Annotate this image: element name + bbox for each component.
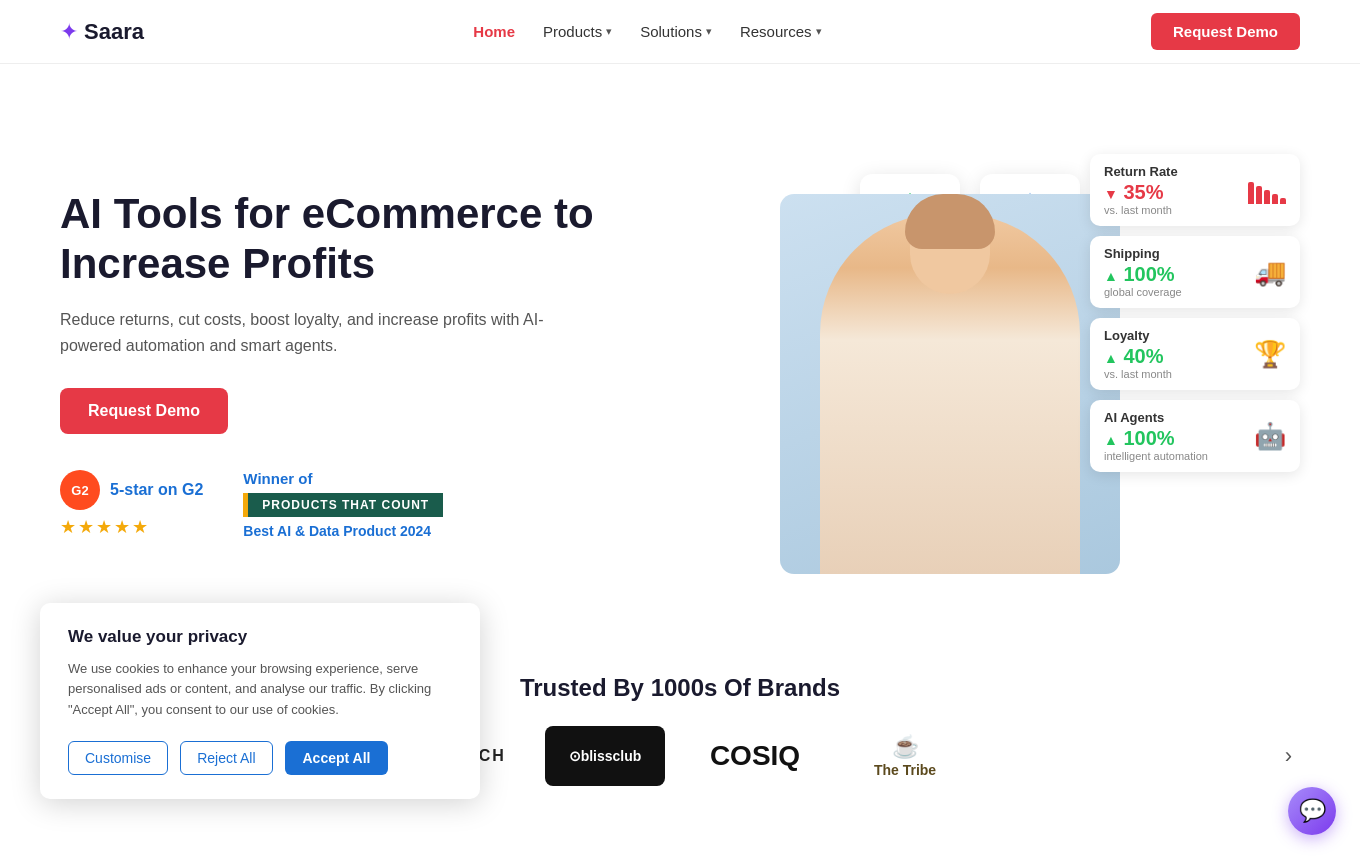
cookie-customise-button[interactable]: Customise xyxy=(68,741,168,775)
shipping-value: ▲ 100% xyxy=(1104,263,1182,286)
cookie-title: We value your privacy xyxy=(68,627,452,647)
carousel-next-button[interactable]: › xyxy=(1277,735,1300,777)
return-rate-chart-icon xyxy=(1248,176,1286,204)
winner-sub-label: Best AI & Data Product 2024 xyxy=(243,523,431,539)
cookie-accept-button[interactable]: Accept All xyxy=(285,741,389,775)
loyalty-title: Loyalty xyxy=(1104,328,1172,343)
cookie-text: We use cookies to enhance your browsing … xyxy=(68,659,452,721)
nav-resources[interactable]: Resources ▾ xyxy=(740,23,822,40)
hero-person-image xyxy=(780,194,1120,574)
return-rate-text: Return Rate ▼ 35% vs. last month xyxy=(1104,164,1178,216)
resources-chevron-icon: ▾ xyxy=(816,25,822,38)
logo-text: Saara xyxy=(84,19,144,45)
hero-title: AI Tools for eCommerce to Increase Profi… xyxy=(60,189,600,290)
ai-agents-text: AI Agents ▲ 100% intelligent automation xyxy=(1104,410,1208,462)
hero-section: AI Tools for eCommerce to Increase Profi… xyxy=(0,64,1360,644)
person-body xyxy=(820,214,1080,574)
g2-stars: ★★★★★ xyxy=(60,516,150,538)
nav-request-demo-button[interactable]: Request Demo xyxy=(1151,13,1300,50)
products-chevron-icon: ▾ xyxy=(606,25,612,38)
logo-icon: ✦ xyxy=(60,19,78,45)
shipping-icon: 🚚 xyxy=(1254,257,1286,288)
hero-left: AI Tools for eCommerce to Increase Profi… xyxy=(60,189,600,540)
brand-tribe: ☕ The Tribe xyxy=(845,726,965,786)
loyalty-value: ▲ 40% xyxy=(1104,345,1172,368)
loyalty-icon: 🏆 xyxy=(1254,339,1286,370)
brand-blissclub: ⊙ blissclub xyxy=(545,726,665,786)
cookie-banner: We value your privacy We use cookies to … xyxy=(40,603,480,799)
return-rate-value: ▼ 35% xyxy=(1104,181,1178,204)
stat-cards-container: Return Rate ▼ 35% vs. last month xyxy=(1090,154,1300,472)
shipping-text: Shipping ▲ 100% global coverage xyxy=(1104,246,1182,298)
products-that-count-badge: PRODUCTS THAT COUNT xyxy=(243,493,443,517)
winner-label: Winner of xyxy=(243,470,312,487)
nav-links: Home Products ▾ Solutions ▾ Resources ▾ xyxy=(473,23,821,40)
nav-solutions[interactable]: Solutions ▾ xyxy=(640,23,712,40)
navbar: ✦ Saara Home Products ▾ Solutions ▾ Reso… xyxy=(0,0,1360,64)
loyalty-card: Loyalty ▲ 40% vs. last month 🏆 xyxy=(1090,318,1300,390)
hero-right: ↑ 💰 Profits ↓ 💲 Costs Return Ra xyxy=(780,154,1300,574)
cookie-buttons: Customise Reject All Accept All xyxy=(68,741,452,775)
ai-agents-card: AI Agents ▲ 100% intelligent automation … xyxy=(1090,400,1300,472)
ai-agents-value: ▲ 100% xyxy=(1104,427,1208,450)
nav-home[interactable]: Home xyxy=(473,23,515,40)
return-rate-card: Return Rate ▼ 35% vs. last month xyxy=(1090,154,1300,226)
g2-badge: G2 5-star on G2 ★★★★★ xyxy=(60,470,203,538)
g2-circle-icon: G2 xyxy=(60,470,100,510)
solutions-chevron-icon: ▾ xyxy=(706,25,712,38)
loyalty-sub: vs. last month xyxy=(1104,368,1172,380)
winner-badge-container: Winner of PRODUCTS THAT COUNT Best AI & … xyxy=(243,470,443,539)
logo[interactable]: ✦ Saara xyxy=(60,19,144,45)
g2-badge-top: G2 5-star on G2 xyxy=(60,470,203,510)
return-rate-sub: vs. last month xyxy=(1104,204,1178,216)
hero-subtitle: Reduce returns, cut costs, boost loyalty… xyxy=(60,307,600,358)
brand-cosiq: COSIQ xyxy=(695,726,815,786)
hero-request-demo-button[interactable]: Request Demo xyxy=(60,388,228,434)
ai-agents-title: AI Agents xyxy=(1104,410,1208,425)
hero-badges: G2 5-star on G2 ★★★★★ Winner of PRODUCTS… xyxy=(60,470,600,539)
ai-agents-icon: 🤖 xyxy=(1254,421,1286,452)
cookie-reject-button[interactable]: Reject All xyxy=(180,741,272,775)
ai-agents-sub: intelligent automation xyxy=(1104,450,1208,462)
shipping-sub: global coverage xyxy=(1104,286,1182,298)
nav-products[interactable]: Products ▾ xyxy=(543,23,612,40)
shipping-card: Shipping ▲ 100% global coverage 🚚 xyxy=(1090,236,1300,308)
tribe-icon: ☕ xyxy=(892,734,919,760)
g2-label: 5-star on G2 xyxy=(110,481,203,499)
return-rate-title: Return Rate xyxy=(1104,164,1178,179)
loyalty-text: Loyalty ▲ 40% vs. last month xyxy=(1104,328,1172,380)
shipping-title: Shipping xyxy=(1104,246,1182,261)
